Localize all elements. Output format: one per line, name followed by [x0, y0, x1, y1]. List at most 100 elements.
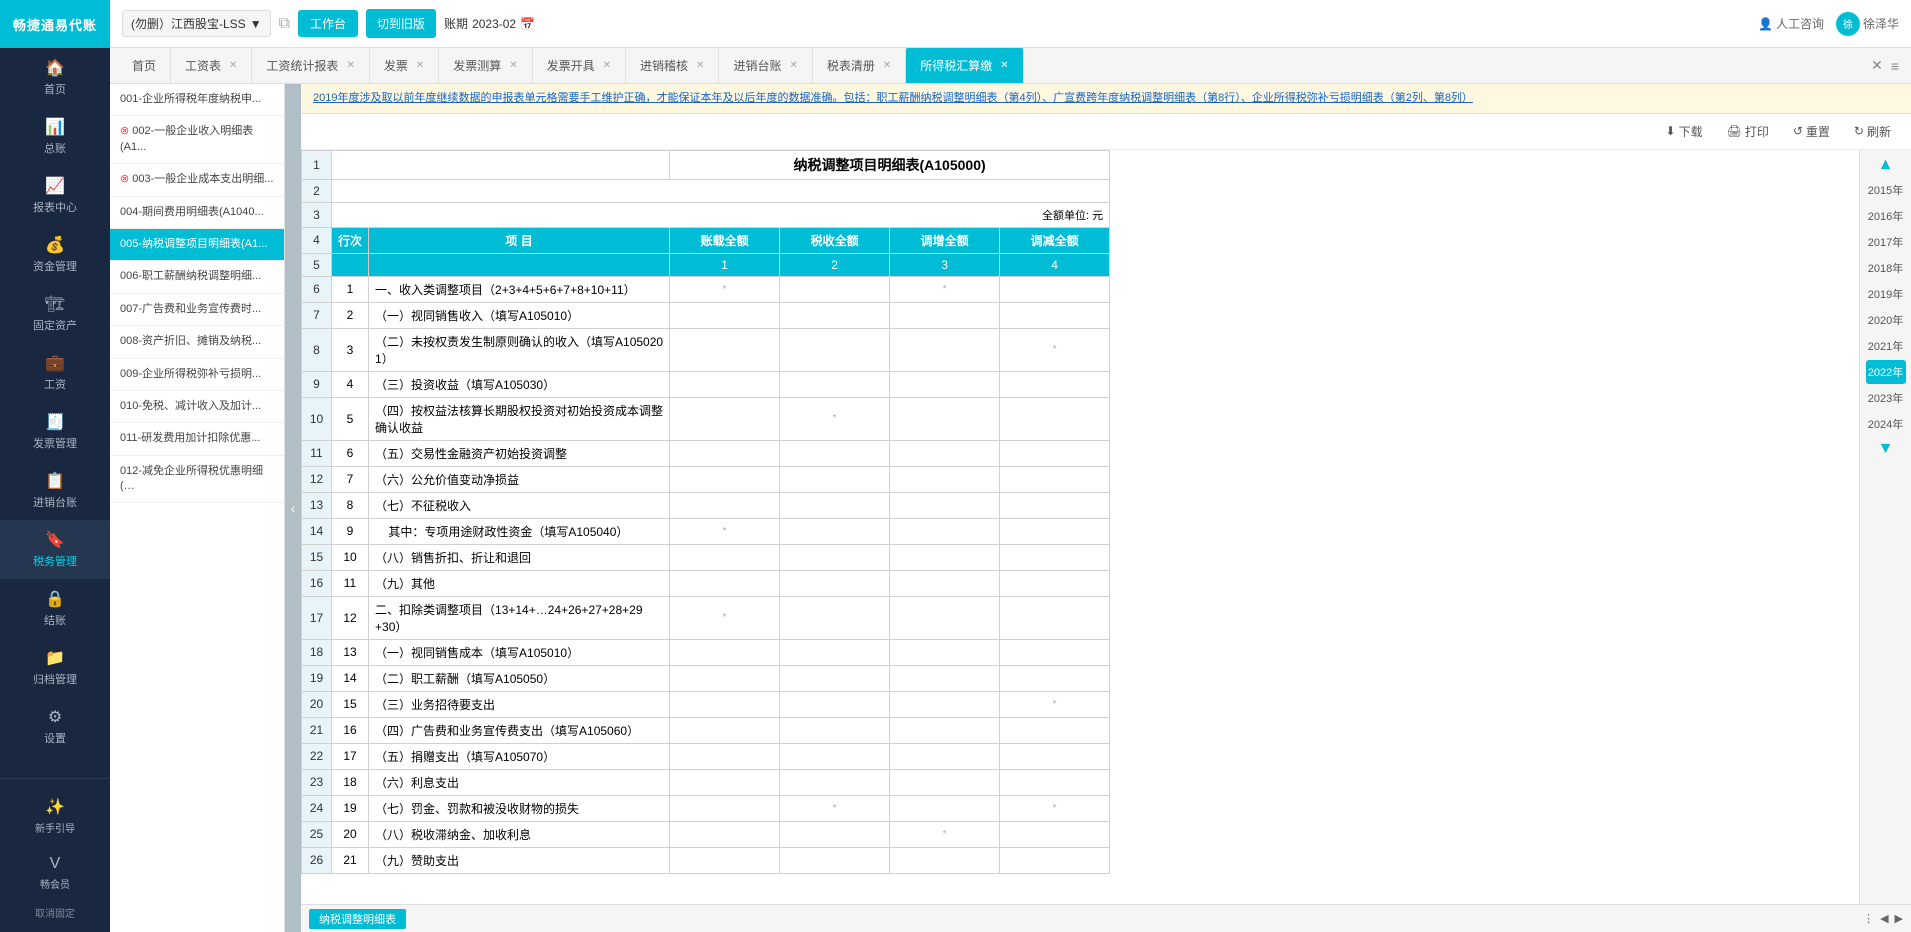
download-button[interactable]: ⬇ 下载	[1658, 120, 1711, 143]
calendar-icon[interactable]: 📅	[520, 17, 535, 31]
collapse-button[interactable]: ‹	[285, 84, 301, 932]
tab-home[interactable]: 首页	[118, 48, 171, 84]
sidebar-item-closing[interactable]: 🔒 结账	[0, 579, 110, 638]
print-label: 打印	[1745, 123, 1769, 140]
refresh-button[interactable]: ↻ 刷新	[1846, 120, 1899, 143]
tab-invoice-close[interactable]: ✕	[416, 60, 424, 71]
year-2023[interactable]: 2023年	[1866, 386, 1906, 410]
year-2015[interactable]: 2015年	[1866, 178, 1906, 202]
download-icon: ⬇	[1666, 124, 1676, 138]
col-header-rownum: 行次	[332, 227, 369, 253]
tab-invoice-calc[interactable]: 发票测算 ✕	[439, 48, 532, 84]
left-panel-item-009[interactable]: 009-企业所得税弥补亏损明...	[110, 359, 284, 391]
left-panel-item-001[interactable]: 001-企业所得税年度纳税申...	[110, 84, 284, 116]
year-2022[interactable]: 2022年	[1866, 360, 1906, 384]
sidebar-item-salary[interactable]: 💼 工资	[0, 343, 110, 402]
sidebar-item-archive[interactable]: 📁 归档管理	[0, 638, 110, 697]
table-row: 19 14 （二）职工薪酬（填写A105050）	[302, 665, 1110, 691]
sidebar-item-invoice[interactable]: 🧾 发票管理	[0, 402, 110, 461]
tab-purchase-ledger-close[interactable]: ✕	[789, 60, 797, 71]
sidebar-item-member[interactable]: V 畅会员	[0, 845, 110, 901]
sidebar-item-label: 发票管理	[33, 435, 77, 451]
nav-tabs: 首页 工资表 ✕ 工资统计报表 ✕ 发票 ✕ 发票测算 ✕ 发票开具 ✕ 进销稽…	[110, 48, 1911, 84]
col-header-c2: 税收全额	[780, 227, 890, 253]
year-2024[interactable]: 2024年	[1866, 412, 1906, 436]
sidebar-item-guide[interactable]: ✨ 新手引导	[0, 787, 110, 845]
sidebar-item-general[interactable]: 📊 总账	[0, 107, 110, 166]
year-down-arrow[interactable]: ▼	[1876, 438, 1896, 460]
col-header-c1: 账载全额	[670, 227, 780, 253]
scroll-left-icon[interactable]: ◀	[1880, 912, 1888, 925]
tab-salary-report[interactable]: 工资统计报表 ✕	[252, 48, 369, 84]
sidebar-item-fixed-assets[interactable]: 🏗 固定资产	[0, 284, 110, 343]
tab-tax-clear-close[interactable]: ✕	[883, 60, 891, 71]
tab-salary-close[interactable]: ✕	[229, 60, 237, 71]
tab-invoice-calc-close[interactable]: ✕	[509, 60, 517, 71]
tab-invoice-open[interactable]: 发票开具 ✕	[533, 48, 626, 84]
spreadsheet-table: 1 纳税调整项目明细表(A105000) 2 3	[301, 150, 1110, 874]
left-panel-item-011[interactable]: 011-研发费用加计扣除优惠...	[110, 423, 284, 455]
close-all-icon[interactable]: ✕	[1871, 57, 1883, 74]
left-panel-item-008[interactable]: 008-资产折旧、摊销及纳税...	[110, 326, 284, 358]
tab-purchase-ledger[interactable]: 进销台账 ✕	[719, 48, 812, 84]
tab-income-tax-label: 所得税汇算缴	[920, 57, 992, 74]
row-num: 2	[302, 179, 332, 202]
left-panel-item-003[interactable]: ⊗003-一般企业成本支出明细...	[110, 164, 284, 196]
sidebar-item-tax[interactable]: 🔖 税务管理	[0, 520, 110, 579]
sidebar-item-assets[interactable]: 💰 资金管理	[0, 225, 110, 284]
dropdown-icon: ▼	[250, 17, 262, 31]
left-panel-item-007[interactable]: 007-广告费和业务宣传费时...	[110, 294, 284, 326]
company-selector[interactable]: (勿删）江西股宝-LSS ▼	[122, 10, 271, 37]
error-icon: ⊗	[120, 173, 129, 185]
year-2019[interactable]: 2019年	[1866, 282, 1906, 306]
table-row: 15 10 （八）销售折扣、折让和退回	[302, 544, 1110, 570]
year-2017[interactable]: 2017年	[1866, 230, 1906, 254]
tab-invoice[interactable]: 发票 ✕	[370, 48, 439, 84]
year-2020[interactable]: 2020年	[1866, 308, 1906, 332]
sidebar-item-settings[interactable]: ⚙ 设置	[0, 697, 110, 756]
col-sub-2: 2	[780, 253, 890, 276]
tab-salary[interactable]: 工资表 ✕	[171, 48, 252, 84]
unpin-label[interactable]: 取消固定	[0, 901, 110, 924]
switch-version-button[interactable]: 切到旧版	[366, 9, 436, 38]
year-up-arrow[interactable]: ▲	[1876, 154, 1896, 176]
left-panel-item-002[interactable]: ⊗002-一般企业收入明细表(A1...	[110, 116, 284, 164]
tab-salary-report-label: 工资统计报表	[266, 57, 338, 74]
left-panel-item-004[interactable]: 004-期间费用明细表(A1040...	[110, 197, 284, 229]
sidebar-item-ledger[interactable]: 📋 进销台账	[0, 461, 110, 520]
user-avatar[interactable]: 徐 徐泽华	[1836, 12, 1899, 36]
table-scroll[interactable]: 1 纳税调整项目明细表(A105000) 2 3	[301, 150, 1859, 905]
tab-purchase-tax-close[interactable]: ✕	[696, 60, 704, 71]
tab-tax-clear[interactable]: 税表清册 ✕	[813, 48, 906, 84]
table-row: 24 19 （七）罚金、罚款和被没收财物的损失 * *	[302, 795, 1110, 821]
sidebar-item-label: 进销台账	[33, 494, 77, 510]
table-row: 12 7 （六）公允价值变动净损益	[302, 466, 1110, 492]
year-2021[interactable]: 2021年	[1866, 334, 1906, 358]
table-row: 13 8 （七）不征税收入	[302, 492, 1110, 518]
left-panel-item-012[interactable]: 012-减免企业所得税优惠明细(…	[110, 456, 284, 504]
sheet-tab[interactable]: 纳税调整明细表	[309, 909, 406, 929]
table-row: 21 16 （四）广告费和业务宣传费支出（填写A105060）	[302, 717, 1110, 743]
support-btn[interactable]: 👤 人工咨询	[1758, 15, 1824, 32]
tab-income-tax[interactable]: 所得税汇算缴 ✕	[906, 48, 1023, 84]
left-panel-item-005[interactable]: 005-纳税调整项目明细表(A1...	[110, 229, 284, 261]
tab-salary-report-close[interactable]: ✕	[346, 60, 354, 71]
year-2018[interactable]: 2018年	[1866, 256, 1906, 280]
left-panel-item-010[interactable]: 010-免税、减计收入及加计...	[110, 391, 284, 423]
tab-invoice-open-close[interactable]: ✕	[603, 60, 611, 71]
scroll-right-icon[interactable]: ▶	[1895, 912, 1903, 925]
reset-button[interactable]: ↺ 重置	[1785, 120, 1838, 143]
more-tabs-icon[interactable]: ≡	[1891, 58, 1899, 74]
sidebar-item-reports[interactable]: 📈 报表中心	[0, 166, 110, 225]
print-button[interactable]: 🖨 打印	[1719, 120, 1777, 143]
tab-purchase-tax[interactable]: 进销稽核 ✕	[626, 48, 719, 84]
sidebar-item-home[interactable]: 🏠 首页	[0, 48, 110, 107]
left-panel-item-006[interactable]: 006-职工薪酬纳税调整明细...	[110, 261, 284, 293]
sidebar-item-label: 报表中心	[33, 199, 77, 215]
year-2016[interactable]: 2016年	[1866, 204, 1906, 228]
row-num: 3	[302, 202, 332, 227]
period-label: 账期	[444, 15, 468, 32]
copy-icon[interactable]: ⧉	[279, 15, 290, 33]
workspace-button[interactable]: 工作台	[298, 10, 358, 37]
tab-income-tax-close[interactable]: ✕	[1000, 60, 1008, 71]
